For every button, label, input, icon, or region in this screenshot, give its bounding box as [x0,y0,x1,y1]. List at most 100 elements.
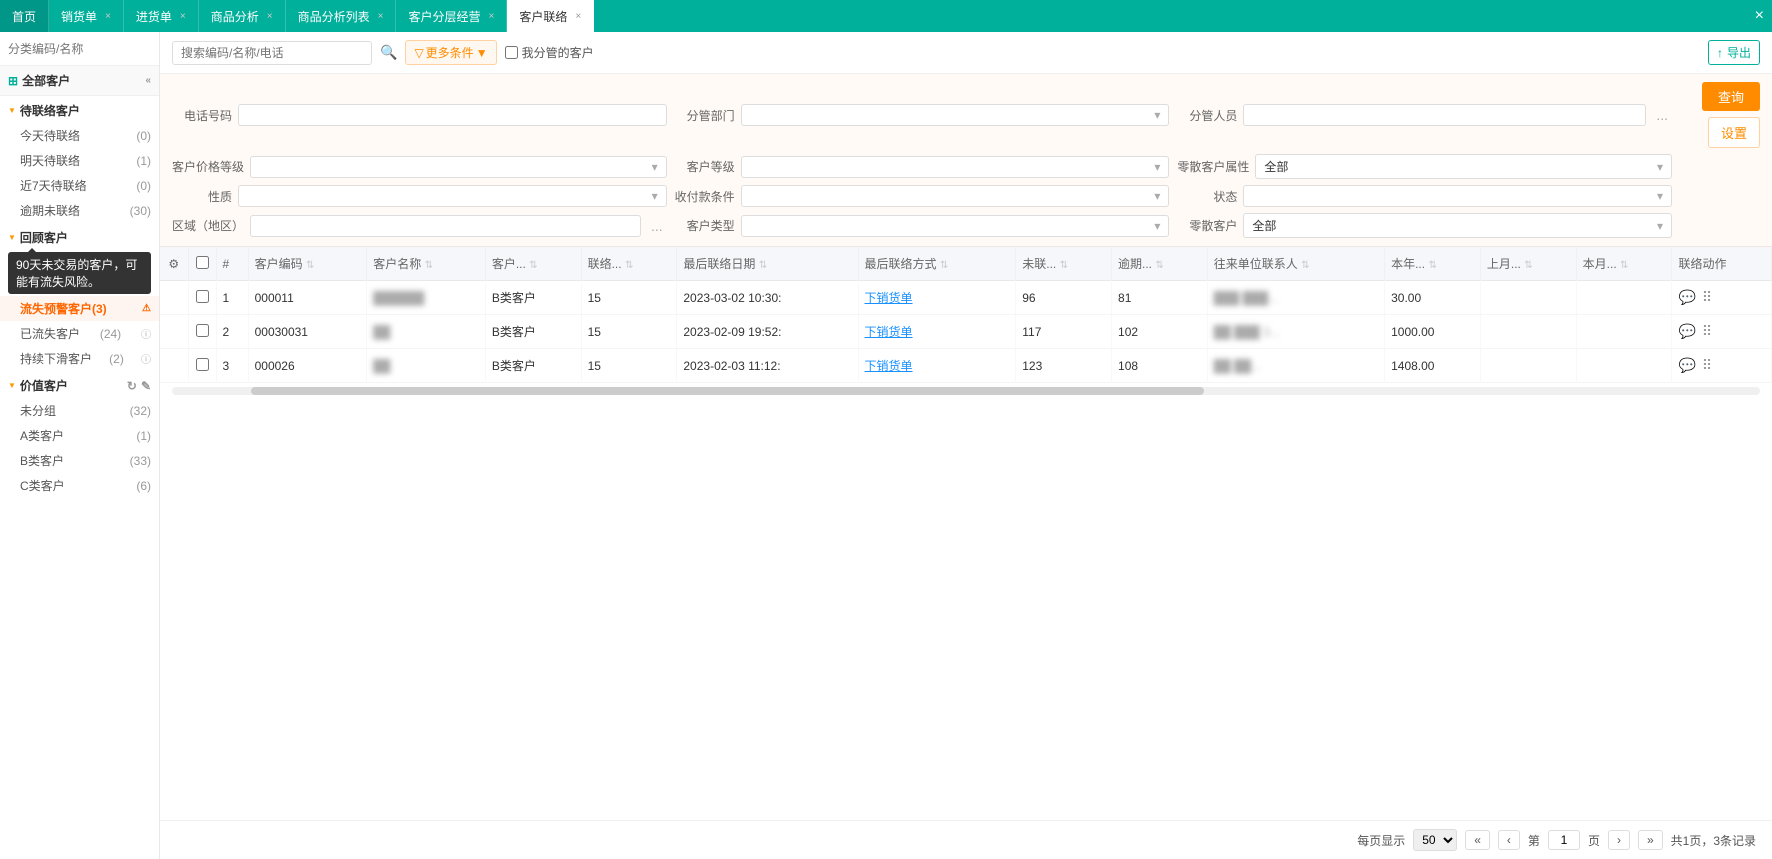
window-close-btn[interactable]: × [1755,7,1772,25]
tab-goods-analysis[interactable]: 商品分析 × [199,0,286,32]
row-chat-icon-1[interactable]: 💬 [1678,323,1695,340]
sidebar-item-lost[interactable]: 已流失客户 (24) ⓘ [0,321,159,346]
sidebar-item-class-c[interactable]: C类客户 (6) [0,473,159,498]
filter-dept-dropdown[interactable]: ▾ [741,104,1170,126]
row-last-method-2[interactable]: 下销货单 [858,349,1016,383]
row-not-contacted-2: 123 [1016,349,1112,383]
col-last-method[interactable]: 最后联络方式 ⇅ [858,247,1016,281]
row-more-icon-2[interactable]: ⠿ [1702,357,1712,374]
filter-search-btn[interactable]: 🔍 [380,44,397,61]
tab-goods-analysis-list-close[interactable]: × [378,11,384,22]
first-page-btn[interactable]: « [1465,830,1490,850]
row-last-method-0[interactable]: 下销货单 [858,281,1016,315]
tab-sales-close[interactable]: × [105,11,111,22]
col-this-month[interactable]: 本月... ⇅ [1576,247,1672,281]
person-dots-btn[interactable]: ... [1652,107,1672,123]
edit-icon[interactable]: ✎ [141,379,151,393]
row-last-method-1[interactable]: 下销货单 [858,315,1016,349]
filter-more-btn[interactable]: ▽ 更多条件 ▼ [405,40,496,65]
horizontal-scrollbar[interactable] [172,387,1760,395]
query-button[interactable]: 查询 [1702,82,1760,111]
my-customers-checkbox[interactable] [505,46,518,59]
prev-page-btn[interactable]: ‹ [1498,830,1520,850]
sidebar-section-lost[interactable]: ▼ 回顾客户 [0,223,159,250]
col-overdue[interactable]: 逾期... ⇅ [1112,247,1208,281]
tab-sales[interactable]: 销货单 × [49,0,124,32]
filter-payment-dropdown[interactable]: ▾ [741,185,1170,207]
sidebar-item-tomorrow-pending[interactable]: 明天待联络 (1) [0,148,159,173]
row-checkbox-1[interactable] [196,324,209,337]
row-name-1: ██ [367,315,486,349]
row-not-contacted-1: 117 [1016,315,1112,349]
filter-cust-type-dropdown[interactable]: ▾ [741,215,1170,237]
row-more-icon-1[interactable]: ⠿ [1702,323,1712,340]
row-checkbox-2[interactable] [196,358,209,371]
sidebar-item-class-b[interactable]: B类客户 (33) [0,448,159,473]
filter-retail-attr-dropdown[interactable]: 全部 ▾ [1255,154,1672,179]
sidebar-item-churn-warning[interactable]: 流失预警客户(3) ⚠ [0,296,159,321]
filter-nature-dropdown[interactable]: ▾ [238,185,667,207]
filter-field-cust-type: 客户类型 ▾ [675,215,1170,237]
sidebar-item-class-a[interactable]: A类客户 (1) [0,423,159,448]
tab-customer-tier-close[interactable]: × [488,11,494,22]
tab-goods-analysis-close[interactable]: × [267,11,273,22]
sidebar-section-pending[interactable]: ▼ 待联络客户 [0,96,159,123]
col-contact-count[interactable]: 联络... ⇅ [581,247,677,281]
col-historical[interactable]: 往来单位联系人 ⇅ [1207,247,1384,281]
next-page-btn[interactable]: › [1608,830,1630,850]
row-checkbox-0[interactable] [196,290,209,303]
col-not-contacted[interactable]: 未联... ⇅ [1016,247,1112,281]
col-code[interactable]: 客户编码 ⇅ [248,247,367,281]
last-page-btn[interactable]: » [1638,830,1663,850]
sidebar-search-input[interactable] [8,42,160,56]
table-scroll-wrapper[interactable]: ⚙ # 客户编码 ⇅ 客户名称 ⇅ [160,247,1772,383]
sidebar-section-value[interactable]: ▼ 价值客户 ↻ ✎ [0,371,159,398]
page-number-input[interactable] [1548,830,1580,850]
per-page-select[interactable]: 50 [1413,829,1457,851]
col-settings[interactable]: ⚙ [160,247,188,281]
sidebar-item-overdue-pending[interactable]: 逾期未联络 (30) [0,198,159,223]
col-last-date[interactable]: 最后联络日期 ⇅ [677,247,858,281]
row-more-icon-0[interactable]: ⠿ [1702,289,1712,306]
row-chat-icon-2[interactable]: 💬 [1678,357,1695,374]
tab-purchase[interactable]: 进货单 × [124,0,199,32]
tab-customer-contact-close[interactable]: × [575,11,581,22]
scrollbar-thumb[interactable] [251,387,1204,395]
region-dots-btn[interactable]: ... [647,218,667,234]
col-type[interactable]: 客户... ⇅ [485,247,581,281]
settings-button[interactable]: 设置 [1708,117,1760,148]
grid-icon: ⊞ [8,74,18,88]
tab-purchase-close[interactable]: × [180,11,186,22]
tab-customer-contact[interactable]: 客户联络 × [507,0,594,32]
sidebar-search-bar: 🔍 [0,32,159,66]
filter-search-input[interactable] [172,41,372,65]
row-this-year-2: 1408.00 [1385,349,1481,383]
col-last-month[interactable]: 上月... ⇅ [1480,247,1576,281]
filter-cust-tier-dropdown[interactable]: ▾ [741,156,1170,178]
sidebar-all-customers[interactable]: ⊞ 全部客户 « [0,66,159,96]
filter-retail-label: 零散客户 [1177,217,1237,234]
filter-retail-dropdown[interactable]: 全部 ▾ [1243,213,1672,238]
row-historical-1: ██ ███ 3... [1207,315,1384,349]
filter-person-input[interactable] [1243,104,1646,126]
tab-home[interactable]: 首页 [0,0,49,32]
export-btn[interactable]: ↑ 导出 [1708,40,1760,65]
warning-icon: ⚠ [142,303,151,314]
filter-status-dropdown[interactable]: ▾ [1243,185,1672,207]
filter-phone-input[interactable] [238,104,667,126]
refresh-icon[interactable]: ↻ [127,379,137,393]
sidebar-collapse-btn[interactable]: « [145,75,151,86]
filter-region-input[interactable] [250,215,641,237]
col-name[interactable]: 客户名称 ⇅ [367,247,486,281]
col-this-year[interactable]: 本年... ⇅ [1385,247,1481,281]
tab-customer-tier[interactable]: 客户分层经营 × [396,0,507,32]
sidebar-item-week-pending[interactable]: 近7天待联络 (0) [0,173,159,198]
filter-price-tier-dropdown[interactable]: ▾ [250,156,667,178]
my-customers-checkbox-label[interactable]: 我分管的客户 [505,44,594,61]
row-chat-icon-0[interactable]: 💬 [1678,289,1695,306]
sidebar-item-declining[interactable]: 持续下滑客户 (2) ⓘ [0,346,159,371]
tab-goods-analysis-list[interactable]: 商品分析列表 × [286,0,397,32]
sidebar-item-ungrouped[interactable]: 未分组 (32) [0,398,159,423]
select-all-checkbox[interactable] [196,256,209,269]
sidebar-item-today-pending[interactable]: 今天待联络 (0) [0,123,159,148]
